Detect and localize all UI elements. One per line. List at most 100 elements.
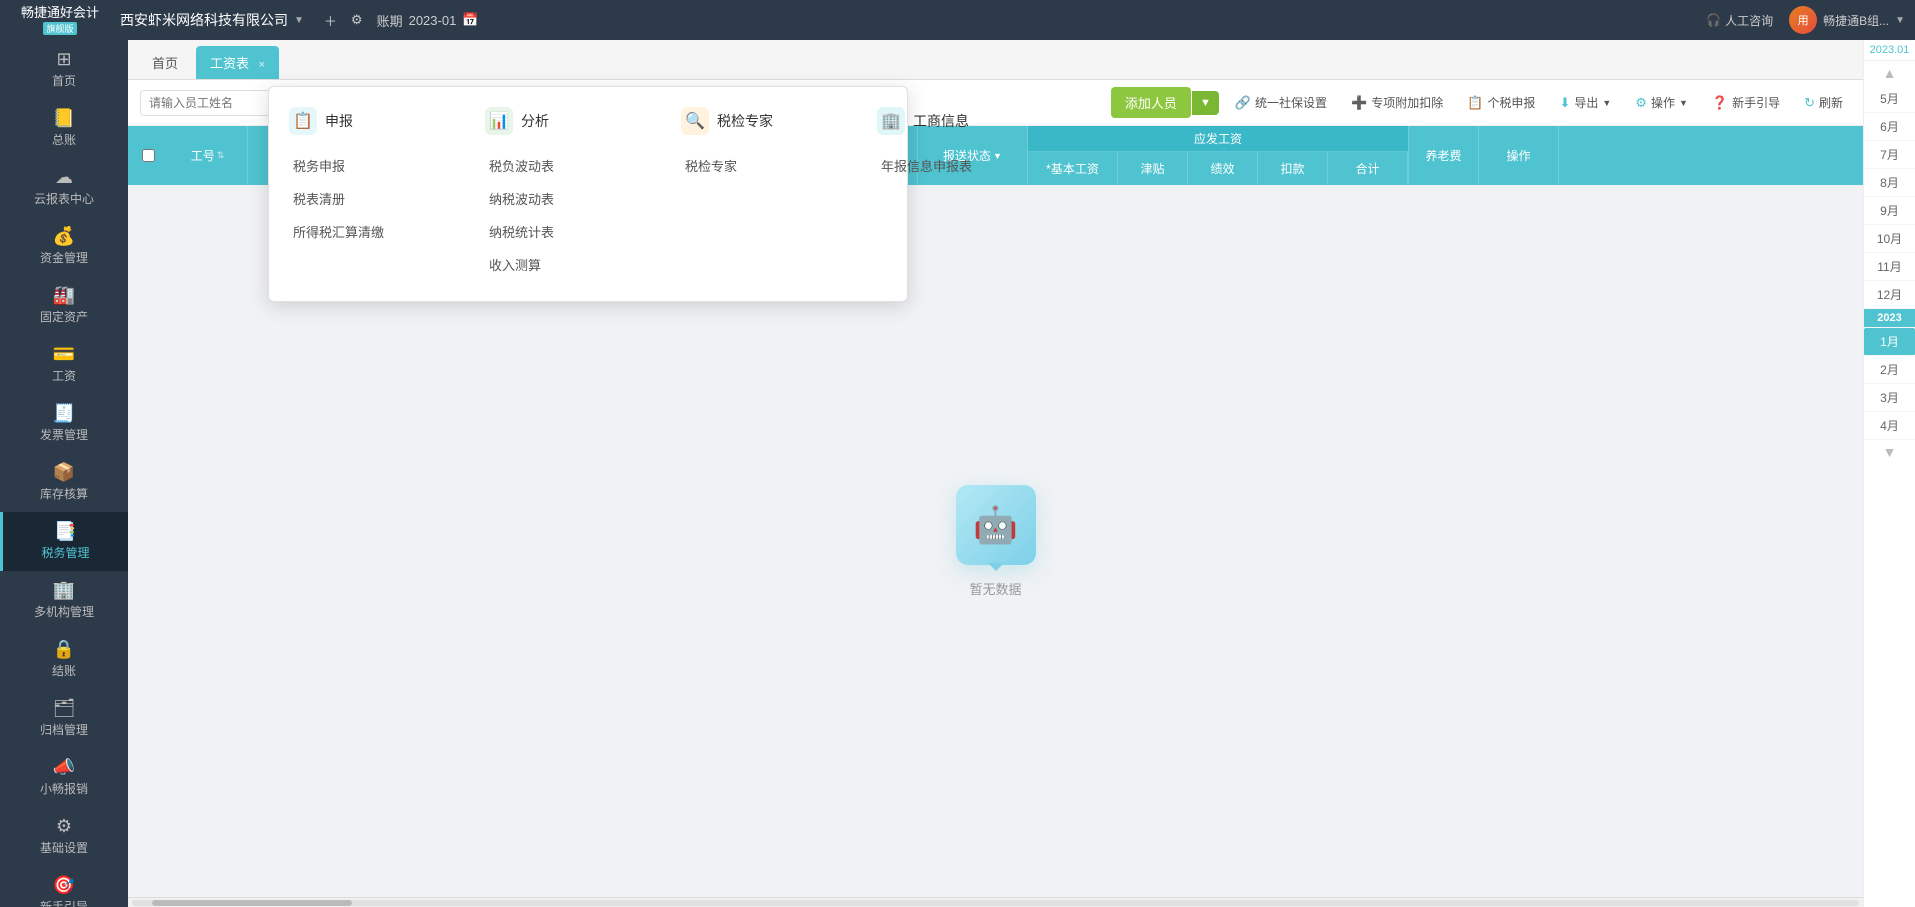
dropdown-item-annual-report[interactable]: 年报信息申报表: [877, 149, 1017, 182]
calendar-icon[interactable]: 📅: [462, 12, 478, 28]
sidebar-item-cloud[interactable]: ☁ 云报表中心: [0, 158, 128, 217]
th-allowance[interactable]: 津贴: [1118, 152, 1188, 185]
sidebar-item-archive[interactable]: 🗂 归档管理: [0, 689, 128, 748]
multi-icon: 🏢: [53, 581, 75, 599]
content-area: 首页 工资表 × 🔍 添加人员 ▼ 🔗 统一社保设置: [128, 40, 1863, 907]
top-actions: ＋ ⚙ 账期 2023-01 📅: [324, 11, 479, 30]
user-name: 畅捷通B组...: [1823, 12, 1889, 29]
special-deduction-button[interactable]: ➕ 专项附加扣除: [1343, 90, 1451, 115]
search-input[interactable]: [149, 96, 269, 110]
add-company-button[interactable]: ＋: [324, 11, 337, 30]
sidebar-item-funds[interactable]: 💰 资金管理: [0, 217, 128, 276]
tab-close-icon[interactable]: ×: [259, 59, 265, 71]
month-1[interactable]: 1月: [1864, 328, 1915, 356]
th-ops[interactable]: 操作: [1479, 126, 1559, 185]
month-7[interactable]: 7月: [1864, 141, 1915, 169]
sidebar-label-tax: 税务管理: [41, 544, 89, 561]
ops-button[interactable]: ⚙ 操作 ▼: [1627, 90, 1696, 115]
sidebar-item-settings[interactable]: ⚙ 基础设置: [0, 807, 128, 866]
period-display: 账期 2023-01 📅: [377, 11, 479, 30]
shenbao-icon: 📋: [289, 107, 317, 135]
user-menu[interactable]: 用 畅捷通B组... ▼: [1789, 6, 1905, 34]
section-shenbao-header: 📋 申报: [289, 107, 429, 135]
sidebar-item-inventory[interactable]: 📦 库存核算: [0, 453, 128, 512]
sidebar-item-salary[interactable]: 💳 工资: [0, 335, 128, 394]
sidebar-item-assets[interactable]: 🏭 固定资产: [0, 276, 128, 335]
sidebar-label-salary: 工资: [52, 367, 76, 384]
sidebar-label-cloud: 云报表中心: [34, 190, 94, 207]
bottom-scrollbar[interactable]: [128, 897, 1863, 907]
month-10[interactable]: 10月: [1864, 225, 1915, 253]
dropdown-item-tax-table[interactable]: 税表清册: [289, 182, 429, 215]
th-base-salary[interactable]: *基本工资: [1028, 152, 1118, 185]
sidebar-item-tax[interactable]: 📑 税务管理: [0, 512, 128, 571]
dropdown-item-tax-stats[interactable]: 纳税统计表: [485, 215, 625, 248]
service-button[interactable]: 🎧 人工咨询: [1706, 12, 1773, 29]
calendar-up-arrow[interactable]: ▲: [1879, 61, 1901, 85]
export-button[interactable]: ⬇ 导出 ▼: [1551, 90, 1619, 115]
month-6[interactable]: 6月: [1864, 113, 1915, 141]
calendar-months-prev: 5月 6月 7月 8月 9月 10月 11月 12月: [1864, 85, 1915, 309]
sidebar-item-closing[interactable]: 🔒 结账: [0, 630, 128, 689]
top-bar-right: 🎧 人工咨询 用 畅捷通B组... ▼: [1706, 6, 1905, 34]
tab-salary-table[interactable]: 工资表 ×: [196, 46, 279, 79]
month-9[interactable]: 9月: [1864, 197, 1915, 225]
main-layout: ⊞ 首页 📒 总账 ☁ 云报表中心 💰 资金管理 🏭 固定资产 💳 工资 🧾 发…: [0, 40, 1915, 907]
sidebar-item-ledger[interactable]: 📒 总账: [0, 99, 128, 158]
calendar-down-arrow[interactable]: ▼: [1879, 440, 1901, 464]
add-person-dropdown-button[interactable]: ▼: [1192, 91, 1219, 115]
th-checkbox[interactable]: [128, 126, 168, 185]
social-insurance-button[interactable]: 🔗 统一社保设置: [1227, 90, 1335, 115]
sidebar-label-ledger: 总账: [52, 131, 76, 148]
sidebar-item-marketing[interactable]: 📣 小畅报销: [0, 748, 128, 807]
month-3[interactable]: 3月: [1864, 384, 1915, 412]
home-icon: ⊞: [56, 50, 71, 68]
month-8[interactable]: 8月: [1864, 169, 1915, 197]
tab-home[interactable]: 首页: [138, 46, 192, 79]
settings-icon[interactable]: ⚙: [351, 12, 363, 28]
th-total[interactable]: 合计: [1328, 152, 1408, 185]
sidebar-label-archive: 归档管理: [40, 721, 88, 738]
th-salary-group: 应发工资 *基本工资 津贴 绩效 扣款 合计: [1028, 126, 1409, 185]
dropdown-section-fenxi: 📊 分析 税负波动表 纳税波动表 纳税统计表 收入测算: [485, 107, 625, 281]
sidebar-label-multi: 多机构管理: [34, 603, 94, 620]
dropdown-item-tax-burden[interactable]: 税负波动表: [485, 149, 625, 182]
refresh-label: 刷新: [1819, 94, 1843, 111]
add-person-button[interactable]: 添加人员: [1111, 87, 1191, 118]
dropdown-item-tax-annual[interactable]: 所得税汇算清缴: [289, 215, 429, 248]
sidebar-item-home[interactable]: ⊞ 首页: [0, 40, 128, 99]
month-4[interactable]: 4月: [1864, 412, 1915, 440]
dropdown-item-tax-change[interactable]: 纳税波动表: [485, 182, 625, 215]
sidebar-item-multi[interactable]: 🏢 多机构管理: [0, 571, 128, 630]
sidebar-item-guide[interactable]: 🎯 新手引导: [0, 866, 128, 907]
dropdown-item-income-calc[interactable]: 收入测算: [485, 248, 625, 281]
sidebar-label-marketing: 小畅报销: [40, 780, 88, 797]
month-5[interactable]: 5月: [1864, 85, 1915, 113]
month-11[interactable]: 11月: [1864, 253, 1915, 281]
guide-button[interactable]: ❓ 新手引导: [1704, 90, 1788, 115]
th-pension[interactable]: 养老费: [1409, 126, 1479, 185]
sidebar-item-invoice[interactable]: 🧾 发票管理: [0, 394, 128, 453]
tax-report-button[interactable]: 📋 个税申报: [1459, 90, 1543, 115]
dropdown-section-zhuanjia: 🔍 税检专家 税检专家: [681, 107, 821, 281]
ops-icon: ⚙: [1635, 95, 1647, 111]
dropdown-item-tax-report[interactable]: 税务申报: [289, 149, 429, 182]
refresh-button[interactable]: ↻ 刷新: [1796, 90, 1851, 115]
th-id[interactable]: 工号 ⇅: [168, 126, 248, 185]
company-selector[interactable]: 西安虾米网络科技有限公司 ▼: [120, 10, 304, 30]
scrollbar-track: [132, 900, 1859, 906]
month-2[interactable]: 2月: [1864, 356, 1915, 384]
dropdown-item-expert[interactable]: 税检专家: [681, 149, 821, 182]
month-12[interactable]: 12月: [1864, 281, 1915, 309]
th-deduct[interactable]: 扣款: [1258, 152, 1328, 185]
period-value: 2023-01: [409, 13, 457, 28]
sidebar-label-settings: 基础设置: [40, 839, 88, 856]
empty-icon: 🤖: [956, 485, 1036, 565]
refresh-icon: ↻: [1804, 95, 1815, 111]
period-label: 账期: [377, 11, 403, 30]
th-perf[interactable]: 绩效: [1188, 152, 1258, 185]
scrollbar-thumb[interactable]: [152, 900, 352, 906]
th-salary-cells: *基本工资 津贴 绩效 扣款 合计: [1028, 152, 1408, 185]
select-all-checkbox[interactable]: [142, 149, 155, 162]
ops-chevron-icon: ▼: [1679, 98, 1688, 108]
